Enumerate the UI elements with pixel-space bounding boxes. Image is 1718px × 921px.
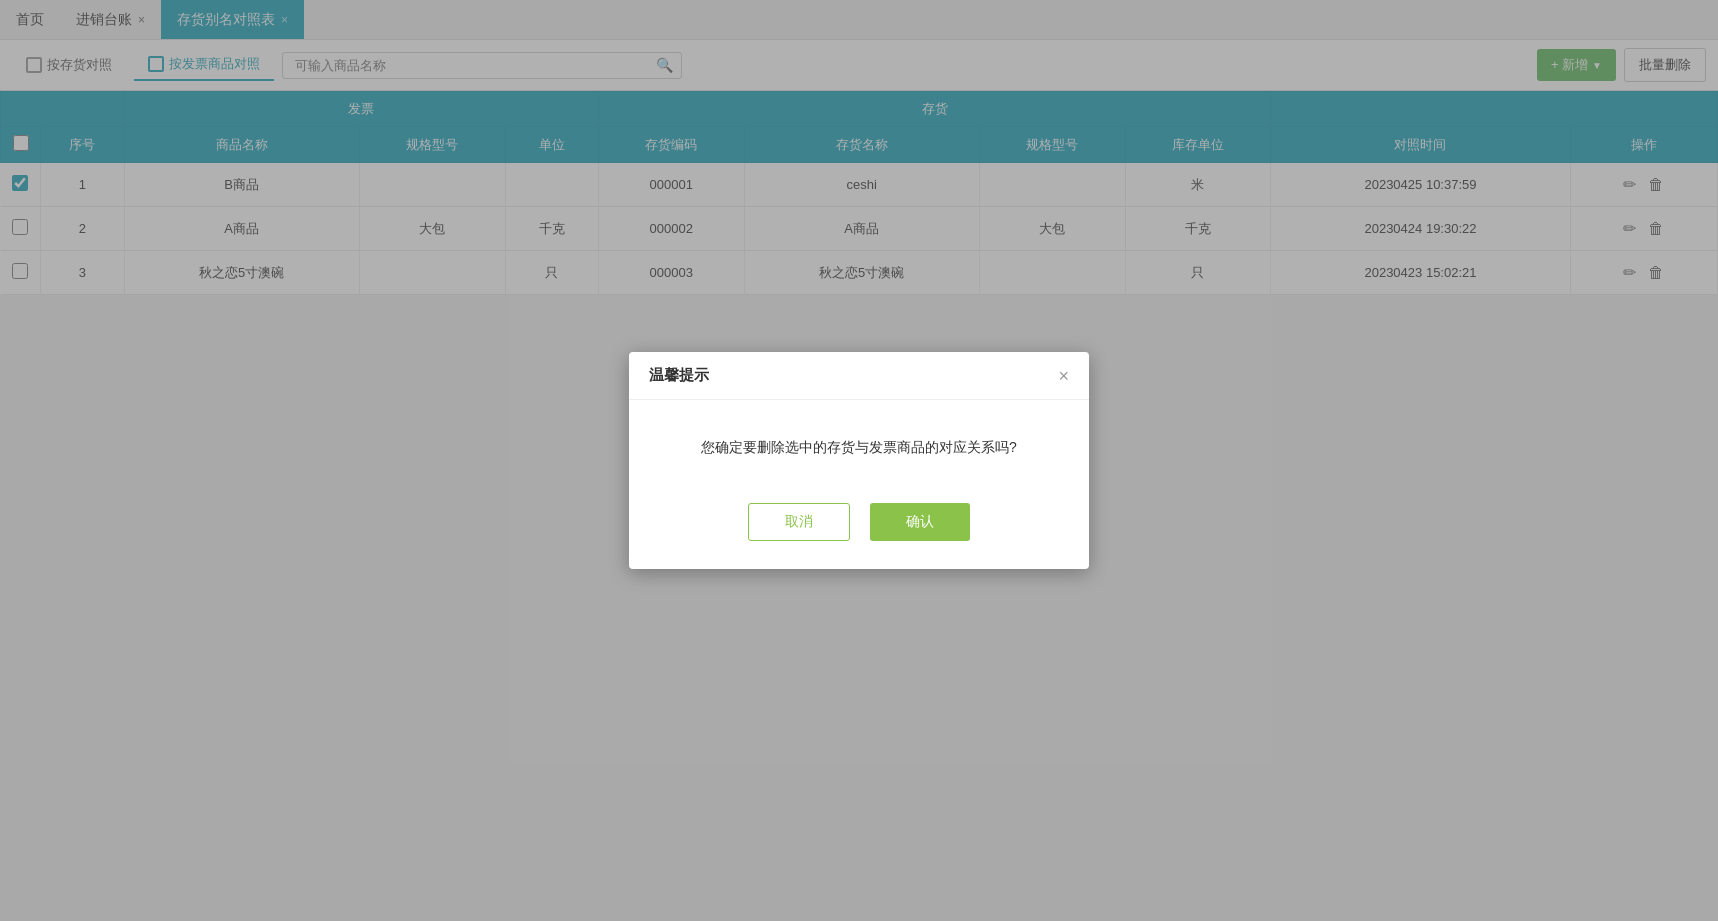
- dialog-overlay: 温馨提示 × 您确定要删除选中的存货与发票商品的对应关系吗? 取消 确认: [0, 0, 1718, 295]
